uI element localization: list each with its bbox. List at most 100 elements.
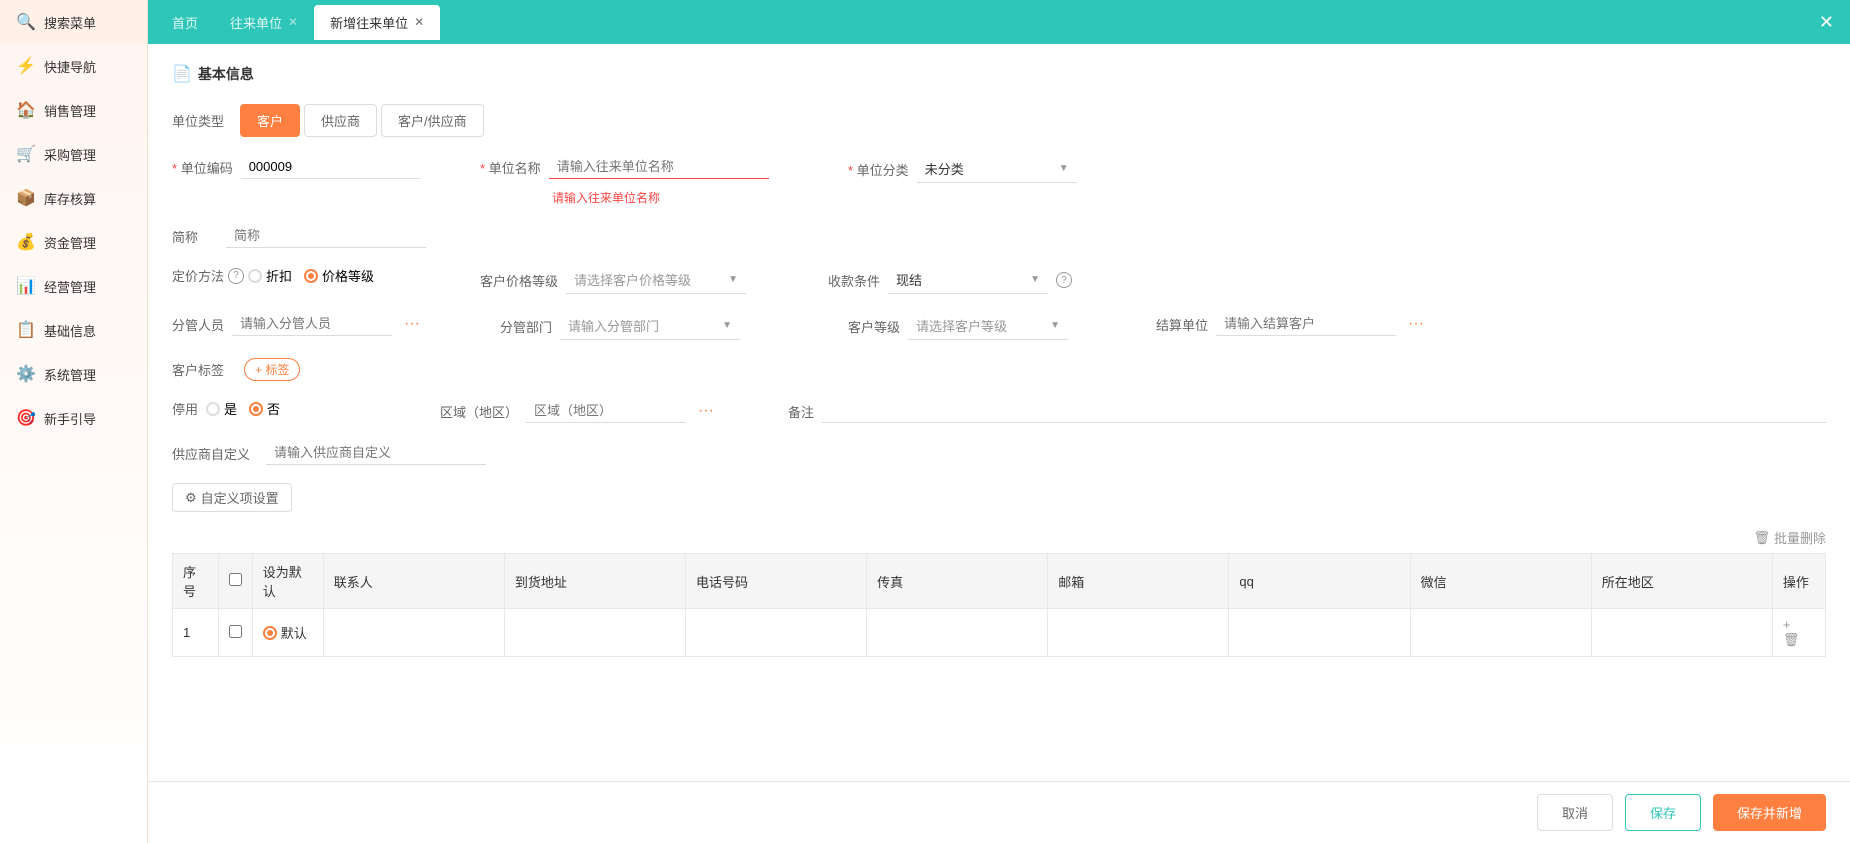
row-default-radio[interactable] — [263, 626, 277, 640]
cancel-button[interactable]: 取消 — [1537, 794, 1613, 831]
tab-new-contact[interactable]: 新增往来单位 ✕ — [314, 5, 440, 40]
region-input[interactable] — [526, 399, 686, 423]
pricing-help-icon[interactable]: ? — [228, 268, 244, 284]
tab-contacts[interactable]: 往来单位 ✕ — [214, 5, 314, 40]
table-header: 序号 设为默认 联系人 到货地址 电话号码 传真 邮箱 qq 微信 所在地区 操… — [173, 554, 1826, 609]
department-field: 分管部门 请输入分管部门 ▼ — [500, 312, 820, 340]
select-all-checkbox[interactable] — [229, 573, 242, 586]
manager-more-icon[interactable]: ··· — [400, 315, 424, 333]
unit-category-select[interactable]: 未分类 ▼ — [917, 155, 1077, 183]
lightning-icon: ⚡ — [16, 56, 36, 76]
custom-settings-button[interactable]: ⚙ 自定义项设置 — [172, 483, 292, 512]
customer-level-select[interactable]: 请选择客户等级 ▼ — [908, 312, 1068, 340]
customer-price-level-select[interactable]: 请选择客户价格等级 ▼ — [566, 266, 746, 294]
manager-row: 分管人员 ··· 分管部门 请输入分管部门 ▼ 客户等级 请选择客户等级 ▼ — [172, 312, 1826, 340]
table-row: 1 默认 — [173, 609, 1826, 657]
manager-input[interactable] — [232, 312, 392, 336]
tab-contacts-close[interactable]: ✕ — [288, 15, 298, 29]
main-close-button[interactable]: ✕ — [1811, 8, 1842, 37]
unit-category-value: 未分类 — [925, 159, 1055, 178]
settlement-more-icon[interactable]: ··· — [1404, 315, 1428, 333]
row-add-icon[interactable]: + — [1783, 617, 1791, 632]
sidebar-item-sales[interactable]: 🏠 销售管理 — [0, 88, 147, 132]
region-table-input[interactable] — [1602, 625, 1762, 640]
radio-no-circle — [249, 402, 263, 416]
sidebar-item-basic[interactable]: 📋 基础信息 — [0, 308, 147, 352]
save-new-button[interactable]: 保存并新增 — [1713, 794, 1826, 831]
radio-yes-circle — [206, 402, 220, 416]
payment-terms-help-icon[interactable]: ? — [1056, 272, 1072, 288]
qq-input[interactable] — [1239, 625, 1399, 640]
unit-name-input[interactable] — [549, 155, 769, 179]
tab-home[interactable]: 首页 — [156, 5, 214, 40]
batch-delete-button[interactable]: 🗑 批量删除 — [1753, 528, 1826, 547]
table-header-row: 序号 设为默认 联系人 到货地址 电话号码 传真 邮箱 qq 微信 所在地区 操… — [173, 554, 1826, 609]
email-input[interactable] — [1058, 625, 1218, 640]
fax-input[interactable] — [877, 625, 1037, 640]
settlement-input[interactable] — [1216, 312, 1396, 336]
payment-terms-select[interactable]: 现结 ▼ — [888, 266, 1048, 294]
manager-field: 分管人员 ··· — [172, 312, 472, 336]
address-input[interactable] — [515, 625, 675, 640]
table-actions-bar: 🗑 批量删除 — [172, 528, 1826, 547]
short-name-field: 简称 — [172, 224, 472, 248]
sidebar-item-label: 库存核算 — [44, 189, 96, 208]
radio-disable-no[interactable]: 否 — [249, 399, 280, 418]
settlement-field: 结算单位 ··· — [1156, 312, 1826, 336]
row-delete-icon[interactable]: 🗑 — [1783, 632, 1800, 647]
phone-input[interactable] — [696, 625, 856, 640]
region-more-icon[interactable]: ··· — [694, 402, 718, 420]
cell-contact — [323, 609, 504, 657]
radio-disable-yes[interactable]: 是 — [206, 399, 237, 418]
short-name-row: 简称 — [172, 224, 1826, 248]
payment-terms-label: 收款条件 — [828, 271, 880, 290]
type-btn-supplier[interactable]: 供应商 — [304, 104, 377, 137]
search-icon: 🔍 — [16, 12, 36, 32]
sidebar-item-inventory[interactable]: 📦 库存核算 — [0, 176, 147, 220]
chart-icon: 📊 — [16, 276, 36, 296]
cell-phone — [685, 609, 866, 657]
col-region: 所在地区 — [1591, 554, 1772, 609]
customer-tag-row: 客户标签 + 标签 — [172, 358, 1826, 381]
radio-price-level[interactable]: 价格等级 — [304, 266, 374, 285]
sidebar-item-label: 销售管理 — [44, 101, 96, 120]
radio-price-level-circle — [304, 269, 318, 283]
clipboard-icon: 📋 — [16, 320, 36, 340]
sidebar-item-newbie[interactable]: 🎯 新手引导 — [0, 396, 147, 440]
tab-new-contact-close[interactable]: ✕ — [414, 15, 424, 29]
department-label: 分管部门 — [500, 317, 552, 336]
save-button[interactable]: 保存 — [1625, 794, 1701, 831]
type-btn-customer[interactable]: 客户 — [240, 104, 300, 137]
sidebar-item-operations[interactable]: 📊 经营管理 — [0, 264, 147, 308]
chevron-down-icon: ▼ — [1059, 163, 1069, 174]
gear-icon: ⚙️ — [16, 364, 36, 384]
row-checkbox[interactable] — [229, 625, 242, 638]
add-tag-button[interactable]: + 标签 — [244, 358, 300, 381]
sidebar-item-purchase[interactable]: 🛒 采购管理 — [0, 132, 147, 176]
radio-discount[interactable]: 折扣 — [248, 266, 292, 285]
table-body: 1 默认 — [173, 609, 1826, 657]
type-btn-both[interactable]: 客户/供应商 — [381, 104, 484, 137]
sidebar-item-finance[interactable]: 💰 资金管理 — [0, 220, 147, 264]
chevron-down-icon-2: ▼ — [728, 274, 738, 285]
unit-category-field: * 单位分类 未分类 ▼ — [848, 155, 1148, 183]
sidebar-item-quicknav[interactable]: ⚡ 快捷导航 — [0, 44, 147, 88]
contact-input[interactable] — [334, 625, 494, 640]
short-name-input[interactable] — [226, 224, 426, 248]
customer-price-level-placeholder: 请选择客户价格等级 — [574, 270, 724, 289]
customer-price-level-field: 客户价格等级 请选择客户价格等级 ▼ — [480, 266, 800, 294]
short-name-label: 简称 — [172, 227, 198, 246]
wechat-input[interactable] — [1421, 625, 1581, 640]
supplier-custom-row: 供应商自定义 — [172, 441, 1826, 465]
unit-code-input[interactable] — [241, 155, 421, 179]
remark-input[interactable] — [822, 399, 1826, 423]
sidebar-item-search[interactable]: 🔍 搜索菜单 — [0, 0, 147, 44]
form-content: 📄 基本信息 单位类型 客户 供应商 客户/供应商 * * 单位编码单位编码 — [148, 44, 1850, 781]
supplier-custom-input[interactable] — [266, 441, 486, 465]
unit-code-field: * * 单位编码单位编码 — [172, 155, 472, 179]
unit-code-label: * * 单位编码单位编码 — [172, 158, 233, 177]
sidebar-item-label: 采购管理 — [44, 145, 96, 164]
region-label: 区域（地区） — [440, 402, 518, 421]
department-select[interactable]: 请输入分管部门 ▼ — [560, 312, 740, 340]
sidebar-item-system[interactable]: ⚙️ 系统管理 — [0, 352, 147, 396]
